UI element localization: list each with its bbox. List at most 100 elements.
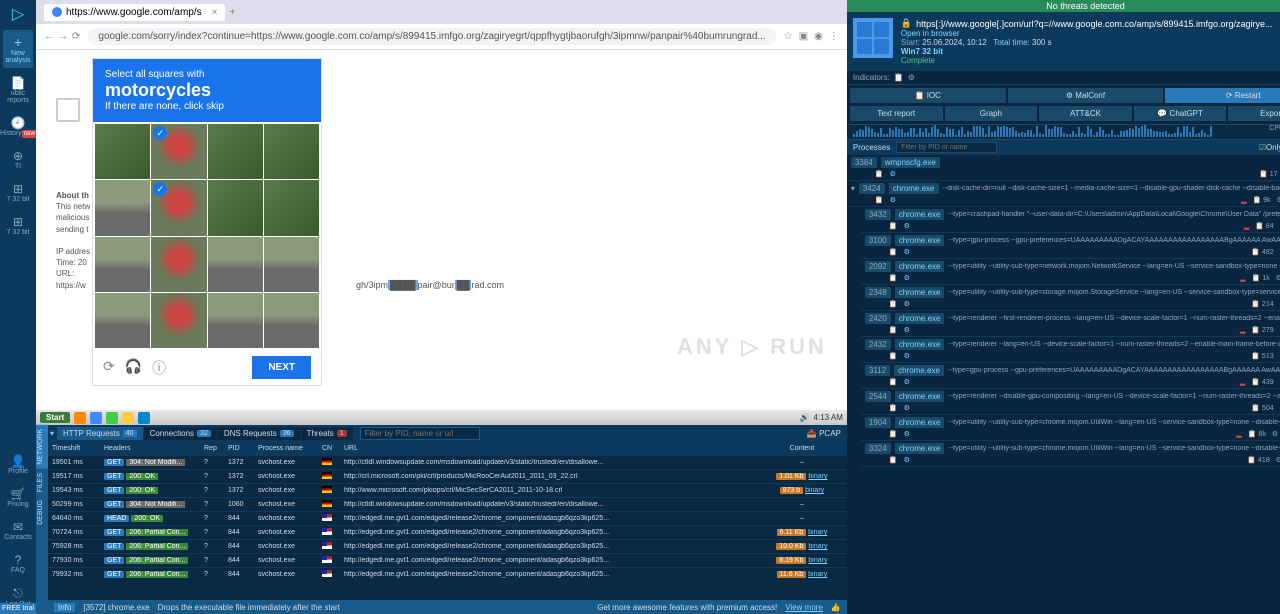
captcha-cell[interactable] [264,293,319,348]
nav-win7-2[interactable]: ⊞7 32 bit [0,209,36,242]
table-row[interactable]: 77930 ms GET 206: Partial Con... ? 844 s… [48,553,847,567]
taskbar-icon[interactable] [74,412,86,424]
captcha-cell[interactable] [208,180,263,235]
reload-icon[interactable]: ⟳ [72,31,80,42]
nav-ti[interactable]: ⊕TI [0,143,36,176]
cpu-graph: CPU RA [847,124,1280,140]
view-more-link[interactable]: View more [785,603,823,612]
chevron-down-icon[interactable]: ▾ [48,429,56,438]
taskbar-edge-icon[interactable] [138,412,150,424]
taskbar-icon[interactable] [90,412,102,424]
captcha-next-button[interactable]: NEXT [252,356,311,379]
new-tab-button[interactable]: + [229,7,235,18]
process-row[interactable]: 2092 chrome.exe --type=utility --utility… [861,259,1280,285]
open-in-browser-link[interactable]: Open in browser [901,29,1280,38]
malconf-button[interactable]: ⚙ MalConf [1008,88,1164,103]
table-row[interactable]: 19543 ms GET 200: OK ? 1372 svchost.exe … [48,483,847,497]
captcha-cell[interactable] [95,124,150,179]
nav-contacts[interactable]: ✉Contacts [0,514,36,547]
captcha-cell[interactable] [264,237,319,292]
nav-history[interactable]: 🕘Historynew [0,110,36,143]
chatgpt-button[interactable]: 💬 ChatGPT [1134,106,1227,121]
profile-icon[interactable]: ◉ [814,31,823,42]
tab-connections[interactable]: Connections32 [144,427,217,440]
process-row[interactable]: 3432 chrome.exe --type=crashpad-handler … [861,207,1280,233]
indicator-icon[interactable]: 📋 [894,73,904,82]
captcha-cell[interactable] [208,293,263,348]
captcha-cell[interactable] [151,180,206,235]
process-filter-input[interactable] [896,142,997,153]
extension-icon[interactable]: ▣ [799,31,808,42]
table-row[interactable]: 70724 ms GET 206: Partial Con... ? 844 s… [48,525,847,539]
captcha-cell[interactable] [151,124,206,179]
footer-info-badge[interactable]: Info [54,603,75,612]
text-report-button[interactable]: Text report [850,106,943,121]
table-row[interactable]: 19517 ms GET 200: OK ? 1372 svchost.exe … [48,469,847,483]
nav-faq[interactable]: ?FAQ [0,547,36,580]
captcha-cell[interactable] [151,237,206,292]
thumbs-up-icon[interactable]: 👍 [831,603,841,612]
table-row[interactable]: 64640 ms HEAD 200: OK ? 844 svchost.exe … [48,511,847,525]
side-tab-files[interactable]: FILES [36,469,48,496]
nav-public-reports[interactable]: 📄ublic reports [0,70,36,110]
process-row[interactable]: 2348 chrome.exe --type=utility --utility… [861,285,1280,311]
captcha-cell[interactable] [151,293,206,348]
browser-tab[interactable]: https://www.google.com/amp/s × [44,4,225,21]
indicator-icon[interactable]: ⚙ [908,73,915,82]
tray-icon[interactable]: 🔊 [800,413,810,422]
only-important-checkbox[interactable]: ☑ [1259,143,1266,152]
info-captcha-icon[interactable]: ⓘ [152,358,166,378]
forward-icon[interactable]: → [58,31,68,42]
browser-tabs: https://www.google.com/amp/s × + [36,0,847,24]
table-row[interactable]: 50299 ms GET 304: Not Modifi... ? 1060 s… [48,497,847,511]
process-row[interactable]: 3100 chrome.exe --type=gpu-process --gpu… [861,233,1280,259]
menu-icon[interactable]: ⋮ [829,31,839,42]
tab-dns-requests[interactable]: DNS Requests36 [218,427,300,440]
pcap-button[interactable]: 📥 PCAP [801,427,847,440]
recaptcha-checkbox[interactable] [56,98,80,122]
captcha-cell[interactable] [264,124,319,179]
captcha-cell[interactable] [95,293,150,348]
captcha-cell[interactable] [264,180,319,235]
table-row[interactable]: 19501 ms GET 304: Not Modifi... ? 1372 s… [48,455,847,469]
graph-button[interactable]: Graph [945,106,1038,121]
taskbar-icon[interactable] [106,412,118,424]
network-filter-input[interactable] [360,427,480,440]
nav-pricing[interactable]: 🛒Pricing [0,481,36,514]
process-row[interactable]: 3112 chrome.exe --type=gpu-process --gpu… [861,363,1280,389]
star-icon[interactable]: ☆ [784,31,793,42]
restart-button[interactable]: ⟳ Restart [1165,88,1280,103]
close-tab-icon[interactable]: × [212,7,218,18]
table-row[interactable]: 75928 ms GET 206: Partial Con... ? 844 s… [48,539,847,553]
free-trial-badge[interactable]: FREE trial [0,603,36,614]
captcha-cell[interactable] [95,237,150,292]
start-button[interactable]: Start [40,412,70,423]
tab-threats[interactable]: Threats1 [301,427,353,440]
process-row[interactable]: ▾ 3424 chrome.exe --disk-cache-dir=null … [847,181,1280,207]
captcha-cell[interactable] [95,180,150,235]
nav-profile[interactable]: 👤Profile [0,448,36,481]
export-button[interactable]: Export ▾ [1228,106,1280,121]
taskbar-chrome-icon[interactable] [122,412,134,424]
reload-captcha-icon[interactable]: ⟳ [103,358,115,378]
url-input[interactable]: google.com/sorry/index?continue=https://… [88,28,775,45]
process-row[interactable]: 2544 chrome.exe --type=renderer --disabl… [861,389,1280,415]
back-icon[interactable]: ← [44,31,54,42]
attck-button[interactable]: ATT&CK [1039,106,1132,121]
tab-http-requests[interactable]: HTTP Requests40 [57,427,143,440]
side-tab-debug[interactable]: DEBUG [36,496,48,529]
anyrun-logo[interactable]: ▷ [0,0,36,28]
process-row[interactable]: 3324 chrome.exe --type=utility --utility… [861,441,1280,467]
ioc-button[interactable]: 📋 IOC [850,88,1006,103]
process-row[interactable]: 2432 chrome.exe --type=renderer --lang=e… [861,337,1280,363]
captcha-cell[interactable] [208,124,263,179]
table-row[interactable]: 79932 ms GET 206: Partial Con... ? 844 s… [48,567,847,581]
side-tab-network[interactable]: NETWORK [36,425,48,469]
audio-captcha-icon[interactable]: 🎧 [125,358,142,378]
process-row[interactable]: 2420 chrome.exe --type=renderer --first-… [861,311,1280,337]
process-row[interactable]: 1904 chrome.exe --type=utility --utility… [861,415,1280,441]
new-analysis-button[interactable]: + New analysis [3,30,33,68]
captcha-cell[interactable] [208,237,263,292]
nav-win7-1[interactable]: ⊞7 32 bit [0,176,36,209]
process-row[interactable]: 3384 wmpnscfg.exe 📋⚙ 📋 17 ⚙ 13 🔗 8 [847,155,1280,181]
